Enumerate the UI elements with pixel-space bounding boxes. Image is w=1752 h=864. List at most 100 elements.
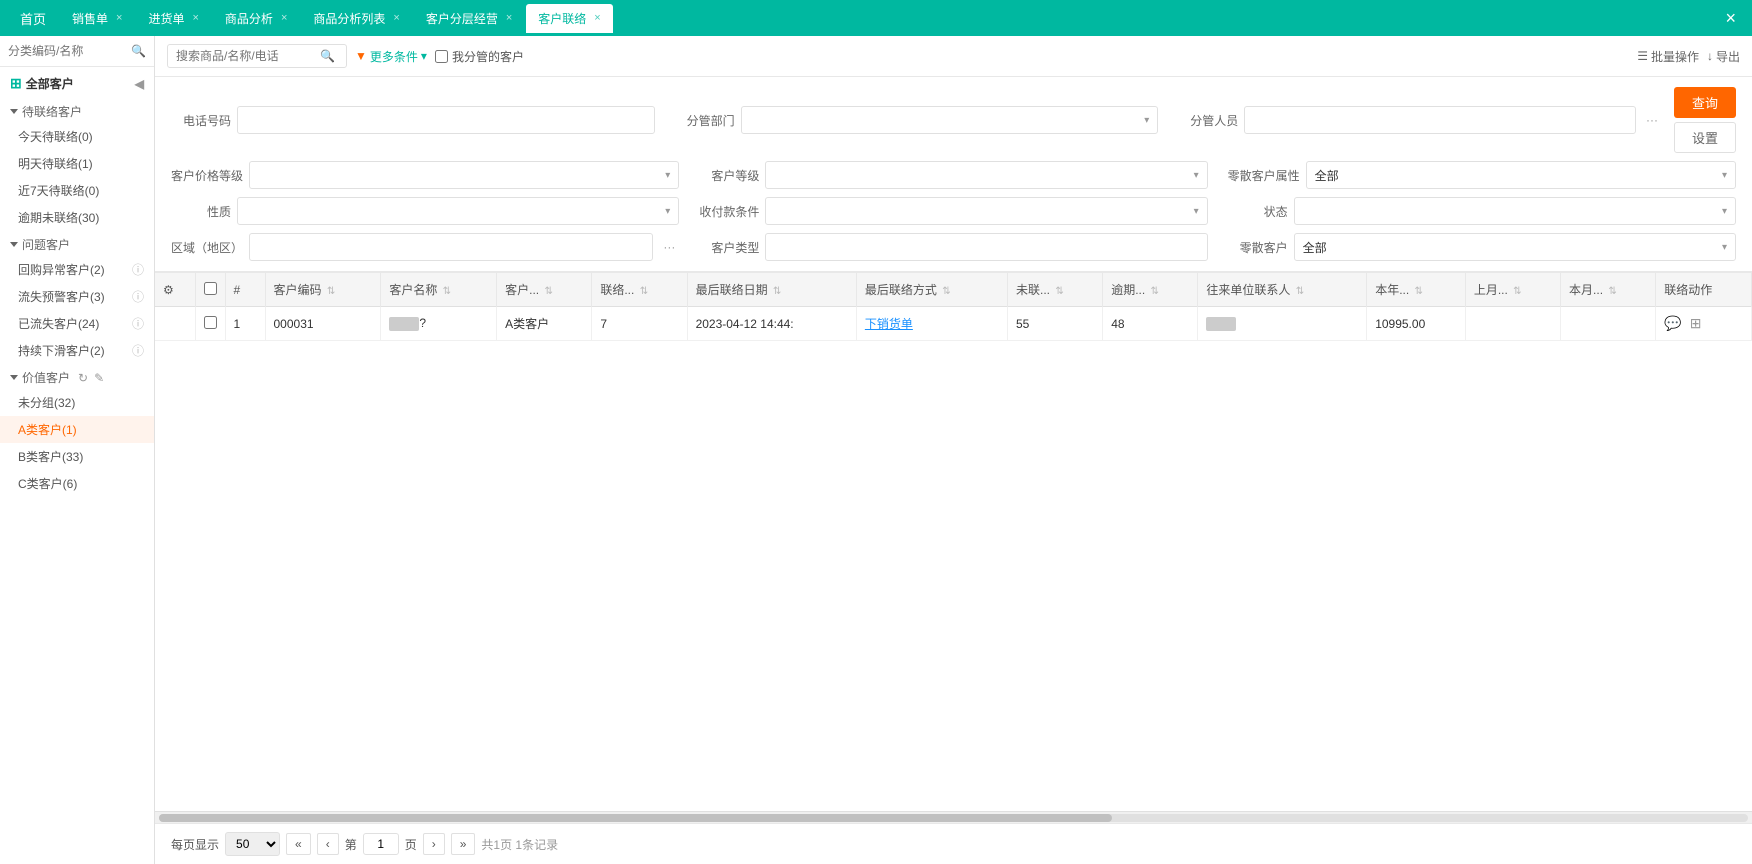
col-settings[interactable]: ⚙ [155, 273, 195, 307]
sidebar-item-repurchase-abnormal[interactable]: 回购异常客户(2) ⓘ [0, 256, 154, 283]
region-dots-icon[interactable]: ··· [659, 240, 679, 254]
sidebar-item-declining[interactable]: 持续下滑客户(2) ⓘ [0, 337, 154, 364]
col-last-month[interactable]: 上月... ⇅ [1465, 273, 1560, 307]
col-last-contact-method[interactable]: 最后联络方式 ⇅ [856, 273, 1007, 307]
sidebar-search-input[interactable] [8, 44, 127, 58]
sidebar-item-7day-pending[interactable]: 近7天待联络(0) [0, 177, 154, 204]
sidebar-item-overdue-contact[interactable]: 逾期未联络(30) [0, 204, 154, 231]
nav-home[interactable]: 首页 [8, 3, 58, 34]
filter-search-input[interactable] [176, 49, 316, 63]
page-size-select[interactable]: 50 100 200 [225, 832, 280, 856]
my-customers-label: 我分管的客户 [452, 48, 524, 65]
filter-region: 区域（地区） ··· [171, 233, 679, 261]
scroll-thumb[interactable] [159, 814, 1112, 822]
horizontal-scrollbar[interactable] [155, 811, 1752, 823]
nature-select[interactable]: ▾ [237, 197, 679, 225]
select-all-checkbox[interactable] [204, 282, 217, 295]
retail-attr-select[interactable]: 全部 ▾ [1306, 161, 1736, 189]
manager-dots-icon[interactable]: ··· [1642, 113, 1662, 127]
first-page-button[interactable]: « [286, 833, 311, 855]
close-purchase-order-icon[interactable]: × [192, 12, 198, 24]
group-pending-arrow[interactable] [10, 109, 18, 114]
sidebar-item-class-c[interactable]: C类客户(6) [0, 470, 154, 497]
close-product-analysis-list-icon[interactable]: × [393, 12, 399, 24]
col-no-contact-days[interactable]: 未联... ⇅ [1007, 273, 1102, 307]
row-no-contact-days-cell: 55 [1007, 307, 1102, 341]
contact-person-gray [1206, 317, 1236, 331]
close-product-analysis-icon[interactable]: × [281, 12, 287, 24]
nav-sales-order[interactable]: 销售单 × [60, 4, 134, 33]
group-value-refresh-icon[interactable]: ↻ [78, 371, 88, 385]
retail-customer-select[interactable]: 全部 ▾ [1294, 233, 1736, 261]
filter-retail-customer: 零散客户 全部 ▾ [1228, 233, 1736, 261]
export-btn[interactable]: ↓ 导出 [1707, 48, 1740, 65]
sort-this-year-icon: ⇅ [1415, 286, 1423, 297]
chat-icon[interactable]: 💬 [1664, 315, 1681, 332]
sidebar-item-today-pending[interactable]: 今天待联络(0) [0, 123, 154, 150]
col-this-year[interactable]: 本年... ⇅ [1367, 273, 1466, 307]
filter-search-icon[interactable]: 🔍 [320, 49, 335, 63]
row-overdue-days-cell: 48 [1103, 307, 1198, 341]
sidebar-item-churn-warning[interactable]: 流失预警客户(3) ⓘ [0, 283, 154, 310]
sidebar-all-customers[interactable]: ⊞ 全部客户 ◀ [0, 67, 154, 98]
sidebar-item-class-b[interactable]: B类客户(33) [0, 443, 154, 470]
col-contact-count[interactable]: 联络... ⇅ [592, 273, 687, 307]
my-customers-checkbox-group[interactable]: 我分管的客户 [435, 48, 524, 65]
sidebar-search-box: 🔍 [0, 36, 154, 67]
nav-product-analysis[interactable]: 商品分析 × [213, 4, 299, 33]
group-problem-arrow[interactable] [10, 242, 18, 247]
close-sales-order-icon[interactable]: × [116, 12, 122, 24]
col-overdue-days[interactable]: 逾期... ⇅ [1103, 273, 1198, 307]
batch-operation-btn[interactable]: ☰ 批量操作 [1637, 48, 1699, 65]
col-last-contact-date[interactable]: 最后联络日期 ⇅ [687, 273, 856, 307]
status-select[interactable]: ▾ [1294, 197, 1736, 225]
nav-customer-contact[interactable]: 客户联络 × [526, 4, 612, 33]
group-value-edit-icon[interactable]: ✎ [94, 371, 104, 385]
my-customers-checkbox[interactable] [435, 50, 448, 63]
sidebar-item-churned[interactable]: 已流失客户(24) ⓘ [0, 310, 154, 337]
last-page-button[interactable]: » [451, 833, 476, 855]
sidebar-collapse-icon[interactable]: ◀ [135, 77, 144, 91]
next-page-button[interactable]: › [423, 833, 445, 855]
settings-button[interactable]: 设置 [1674, 122, 1736, 153]
col-contact-person[interactable]: 往来单位联系人 ⇅ [1198, 273, 1367, 307]
row-last-contact-method-cell[interactable]: 下销货单 [856, 307, 1007, 341]
row-checkbox[interactable] [204, 316, 217, 329]
nav-purchase-order[interactable]: 进货单 × [136, 4, 210, 33]
nav-customer-tier[interactable]: 客户分层经营 × [414, 4, 524, 33]
close-customer-tier-icon[interactable]: × [506, 12, 512, 24]
customer-table: ⚙ # 客户编码 ⇅ 客户名称 ⇅ 客户... ⇅ 联络... ⇅ 最后联络日期… [155, 273, 1752, 341]
sort-name-icon: ⇅ [443, 286, 451, 297]
price-level-select[interactable]: ▾ [249, 161, 679, 189]
filter-more-btn[interactable]: ▼ 更多条件 ▾ [355, 48, 427, 65]
filter-panel: 电话号码 分管部门 ▾ 分管人员 ··· [155, 77, 1752, 272]
qr-icon[interactable]: ⊞ [1690, 315, 1702, 332]
sidebar-item-ungrouped[interactable]: 未分组(32) [0, 389, 154, 416]
last-contact-method-link[interactable]: 下销货单 [865, 317, 913, 331]
repurchase-info-icon: ⓘ [132, 261, 144, 278]
close-customer-contact-icon[interactable]: × [594, 12, 600, 24]
sidebar-item-tomorrow-pending[interactable]: 明天待联络(1) [0, 150, 154, 177]
col-this-month[interactable]: 本月... ⇅ [1561, 273, 1656, 307]
region-input[interactable] [249, 233, 653, 261]
window-close-button[interactable]: × [1717, 4, 1744, 32]
row-last-month-cell [1465, 307, 1560, 341]
customer-level-select[interactable]: ▾ [765, 161, 1207, 189]
col-code[interactable]: 客户编码 ⇅ [265, 273, 381, 307]
col-name[interactable]: 客户名称 ⇅ [381, 273, 497, 307]
page-number-input[interactable] [363, 833, 399, 855]
query-button[interactable]: 查询 [1674, 87, 1736, 118]
sidebar-search-icon[interactable]: 🔍 [131, 44, 146, 58]
phone-input[interactable] [237, 106, 655, 134]
payment-select[interactable]: ▾ [765, 197, 1207, 225]
sidebar-item-class-a[interactable]: A类客户(1) [0, 416, 154, 443]
dept-select[interactable]: ▾ [741, 106, 1159, 134]
manager-input[interactable] [1244, 106, 1636, 134]
prev-page-button[interactable]: ‹ [317, 833, 339, 855]
group-value-arrow[interactable] [10, 375, 18, 380]
retail-customer-chevron-icon: ▾ [1722, 242, 1727, 253]
col-level[interactable]: 客户... ⇅ [497, 273, 592, 307]
nav-product-analysis-list[interactable]: 商品分析列表 × [301, 4, 411, 33]
customer-type-input[interactable] [765, 233, 1207, 261]
overdue-contact-label: 逾期未联络(30) [18, 209, 99, 226]
